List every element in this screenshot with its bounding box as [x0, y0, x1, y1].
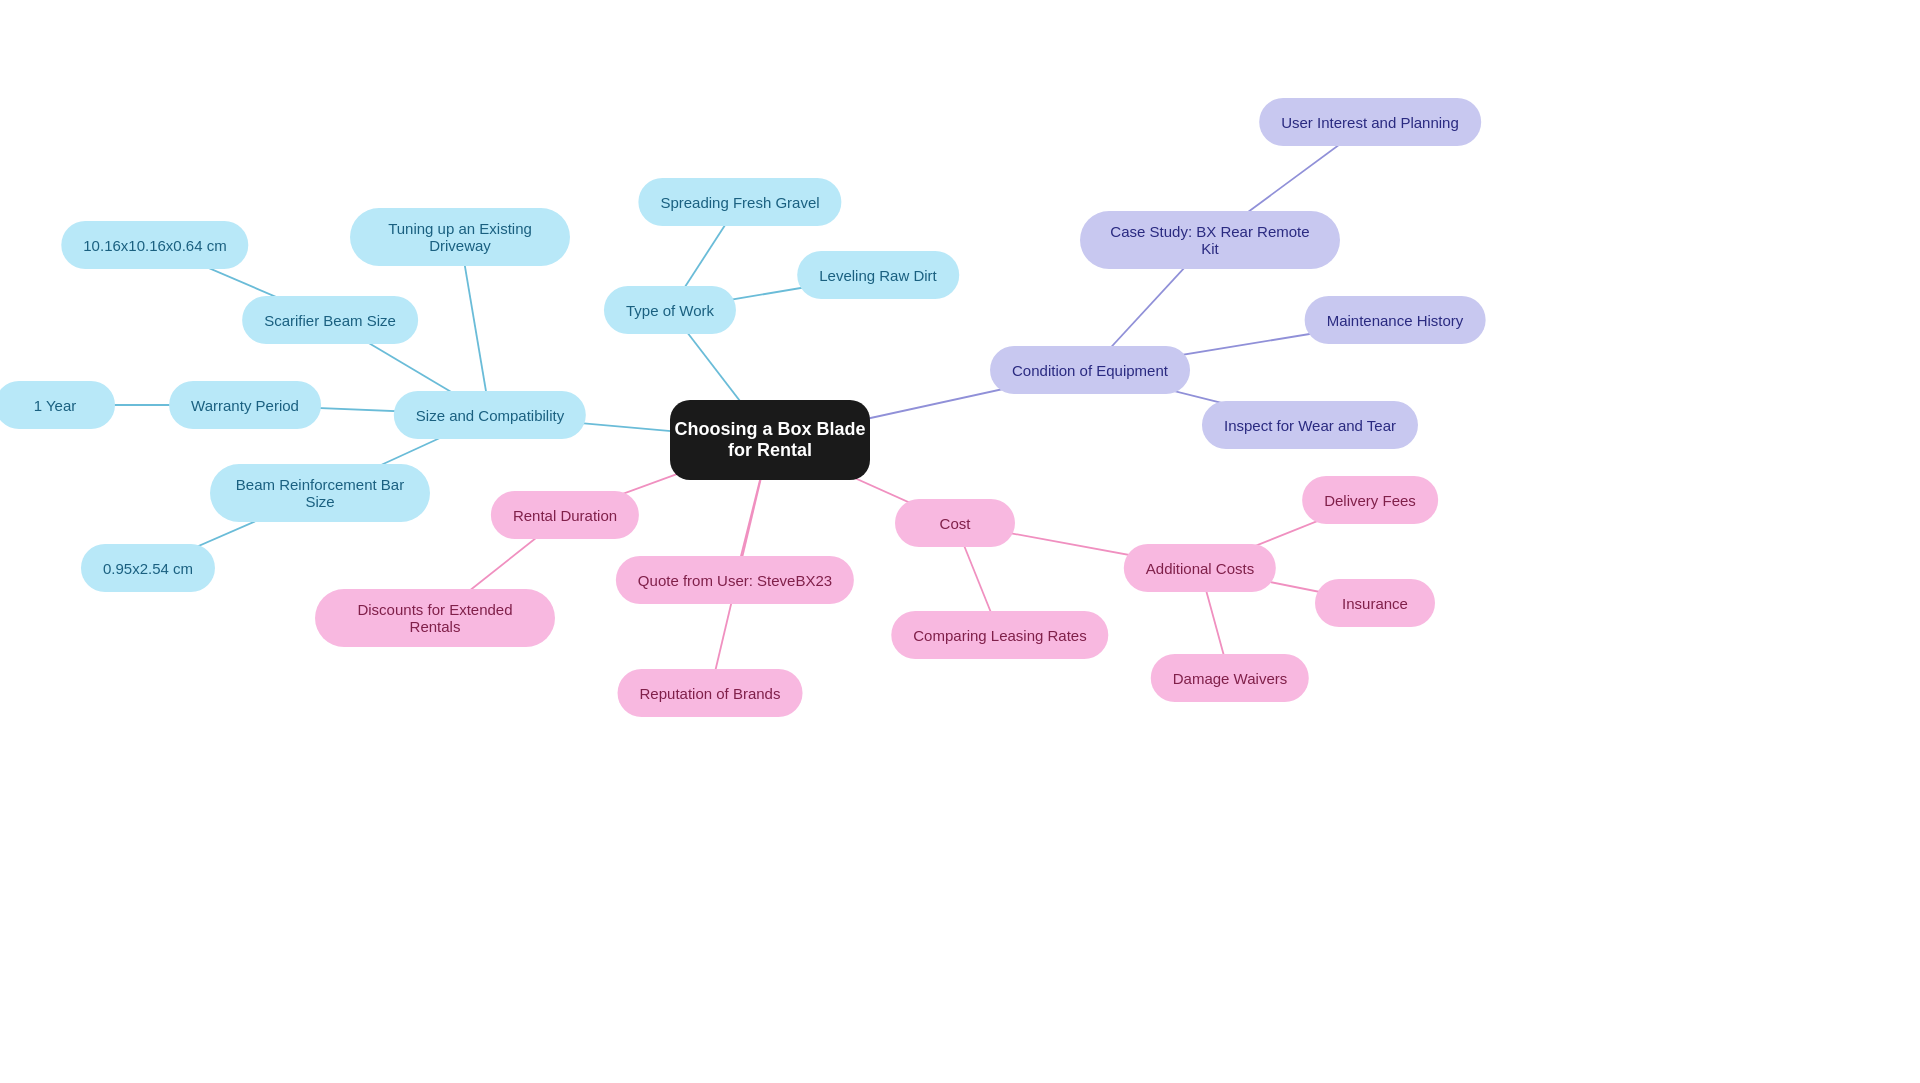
node-quote: Quote from User: SteveBX23: [616, 556, 854, 604]
node-warranty: Warranty Period: [169, 381, 321, 429]
node-size-compat: Size and Compatibility: [394, 391, 586, 439]
node-dim2: 0.95x2.54 cm: [81, 544, 215, 592]
node-yr1: 1 Year: [0, 381, 115, 429]
node-maintenance: Maintenance History: [1305, 296, 1486, 344]
node-case-study: Case Study: BX Rear Remote Kit: [1080, 211, 1340, 269]
node-beam-bar: Beam Reinforcement Bar Size: [210, 464, 430, 522]
node-inspect: Inspect for Wear and Tear: [1202, 401, 1418, 449]
center-node: Choosing a Box Blade for Rental: [670, 400, 870, 480]
node-rental-dur: Rental Duration: [491, 491, 639, 539]
node-type-work: Type of Work: [604, 286, 736, 334]
node-scarifier: Scarifier Beam Size: [242, 296, 418, 344]
node-insurance: Insurance: [1315, 579, 1435, 627]
node-user-interest: User Interest and Planning: [1259, 98, 1481, 146]
node-reputation: Reputation of Brands: [618, 669, 803, 717]
node-delivery: Delivery Fees: [1302, 476, 1438, 524]
node-comparing: Comparing Leasing Rates: [891, 611, 1108, 659]
node-damage: Damage Waivers: [1151, 654, 1309, 702]
node-spreading: Spreading Fresh Gravel: [638, 178, 841, 226]
node-dim1: 10.16x10.16x0.64 cm: [61, 221, 248, 269]
node-cost: Cost: [895, 499, 1015, 547]
node-tuning: Tuning up an Existing Driveway: [350, 208, 570, 266]
node-condition: Condition of Equipment: [990, 346, 1190, 394]
node-discounts: Discounts for Extended Rentals: [315, 589, 555, 647]
node-additional: Additional Costs: [1124, 544, 1276, 592]
node-leveling: Leveling Raw Dirt: [797, 251, 959, 299]
